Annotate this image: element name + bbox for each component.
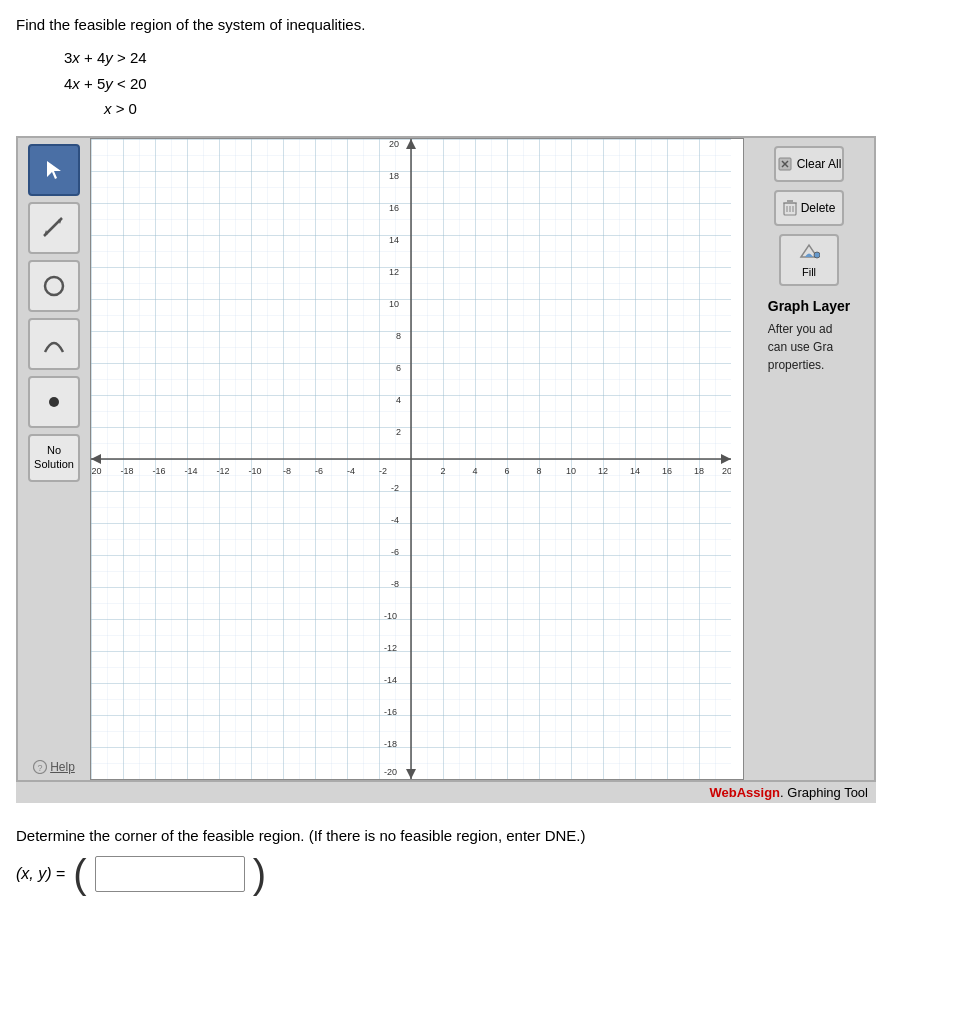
svg-text:-10: -10 [384, 611, 397, 621]
svg-text:-18: -18 [384, 739, 397, 749]
svg-text:8: 8 [396, 331, 401, 341]
svg-text:-14: -14 [384, 675, 397, 685]
svg-text:6: 6 [396, 363, 401, 373]
graph-layer-panel: Graph Layer After you adcan use Graprope… [768, 298, 850, 374]
svg-text:-16: -16 [384, 707, 397, 717]
svg-text:10: 10 [389, 299, 399, 309]
svg-text:-16: -16 [152, 466, 165, 476]
svg-text:14: 14 [630, 466, 640, 476]
svg-text:2: 2 [396, 427, 401, 437]
svg-text:-20: -20 [384, 767, 397, 777]
webassign-label: WebAssign [710, 785, 781, 800]
svg-text:20: 20 [722, 466, 731, 476]
svg-text:-4: -4 [391, 515, 399, 525]
parabola-tool-button[interactable] [28, 318, 80, 370]
inequalities: 3x + 4y > 24 4x + 5y < 20 x > 0 [64, 45, 958, 122]
svg-text:-2: -2 [391, 483, 399, 493]
answer-row: (x, y) = ( ) [16, 854, 958, 894]
svg-text:-6: -6 [391, 547, 399, 557]
svg-text:-12: -12 [216, 466, 229, 476]
svg-text:-8: -8 [283, 466, 291, 476]
delete-label: Delete [801, 201, 836, 215]
circle-tool-button[interactable] [28, 260, 80, 312]
svg-point-5 [49, 397, 59, 407]
point-tool-button[interactable] [28, 376, 80, 428]
svg-marker-0 [47, 161, 61, 179]
bottom-section: Determine the corner of the feasible reg… [16, 827, 958, 894]
svg-text:8: 8 [536, 466, 541, 476]
svg-text:6: 6 [504, 466, 509, 476]
svg-text:-2: -2 [379, 466, 387, 476]
svg-text:-14: -14 [184, 466, 197, 476]
coord-label: (x, y) = [16, 865, 65, 883]
right-panel: Clear All Delete Fill Graph Layer [744, 138, 874, 780]
inequality-2: 4x + 5y < 20 [64, 71, 958, 97]
graph-svg: -20 -18 -16 -14 -12 -10 -8 -6 -4 -2 2 4 … [91, 139, 731, 779]
graphing-tool: NoSolution ? Help [16, 136, 876, 782]
svg-text:14: 14 [389, 235, 399, 245]
svg-text:18: 18 [694, 466, 704, 476]
svg-point-65 [814, 252, 820, 258]
no-solution-button[interactable]: NoSolution [28, 434, 80, 482]
svg-text:12: 12 [389, 267, 399, 277]
graph-layer-desc: After you adcan use Graproperties. [768, 320, 850, 374]
close-paren: ) [253, 854, 266, 894]
svg-text:-6: -6 [315, 466, 323, 476]
svg-point-4 [45, 277, 63, 295]
left-toolbar: NoSolution ? Help [18, 138, 90, 780]
footer-text: WebAssign. Graphing Tool [710, 785, 869, 800]
corner-instruction: Determine the corner of the feasible reg… [16, 827, 958, 844]
svg-text:18: 18 [389, 171, 399, 181]
clear-all-label: Clear All [797, 157, 842, 171]
fill-label: Fill [802, 266, 816, 278]
svg-text:-8: -8 [391, 579, 399, 589]
svg-text:-10: -10 [248, 466, 261, 476]
inequality-3: x > 0 [104, 96, 958, 122]
svg-text:-4: -4 [347, 466, 355, 476]
inequality-1: 3x + 4y > 24 [64, 45, 958, 71]
svg-text:4: 4 [472, 466, 477, 476]
clear-all-button[interactable]: Clear All [774, 146, 844, 182]
delete-button[interactable]: Delete [774, 190, 844, 226]
problem-instruction: Find the feasible region of the system o… [16, 16, 958, 33]
svg-text:12: 12 [598, 466, 608, 476]
svg-text:2: 2 [440, 466, 445, 476]
graph-layer-title: Graph Layer [768, 298, 850, 314]
no-solution-label: NoSolution [34, 444, 74, 470]
help-link[interactable]: ? Help [33, 760, 75, 774]
select-tool-button[interactable] [28, 144, 80, 196]
svg-text:-20: -20 [91, 466, 102, 476]
graphing-tool-label: . Graphing Tool [780, 785, 868, 800]
svg-text:10: 10 [566, 466, 576, 476]
open-paren: ( [73, 854, 86, 894]
svg-text:4: 4 [396, 395, 401, 405]
svg-text:20: 20 [389, 139, 399, 149]
svg-text:16: 16 [389, 203, 399, 213]
svg-text:?: ? [38, 763, 43, 773]
svg-text:16: 16 [662, 466, 672, 476]
answer-input[interactable] [95, 856, 245, 892]
footer-bar: WebAssign. Graphing Tool [16, 782, 876, 803]
graph-canvas[interactable]: -20 -18 -16 -14 -12 -10 -8 -6 -4 -2 2 4 … [90, 138, 744, 780]
line-tool-button[interactable] [28, 202, 80, 254]
svg-text:-12: -12 [384, 643, 397, 653]
help-label: Help [50, 760, 75, 774]
svg-text:-18: -18 [120, 466, 133, 476]
fill-button[interactable]: Fill [779, 234, 839, 286]
